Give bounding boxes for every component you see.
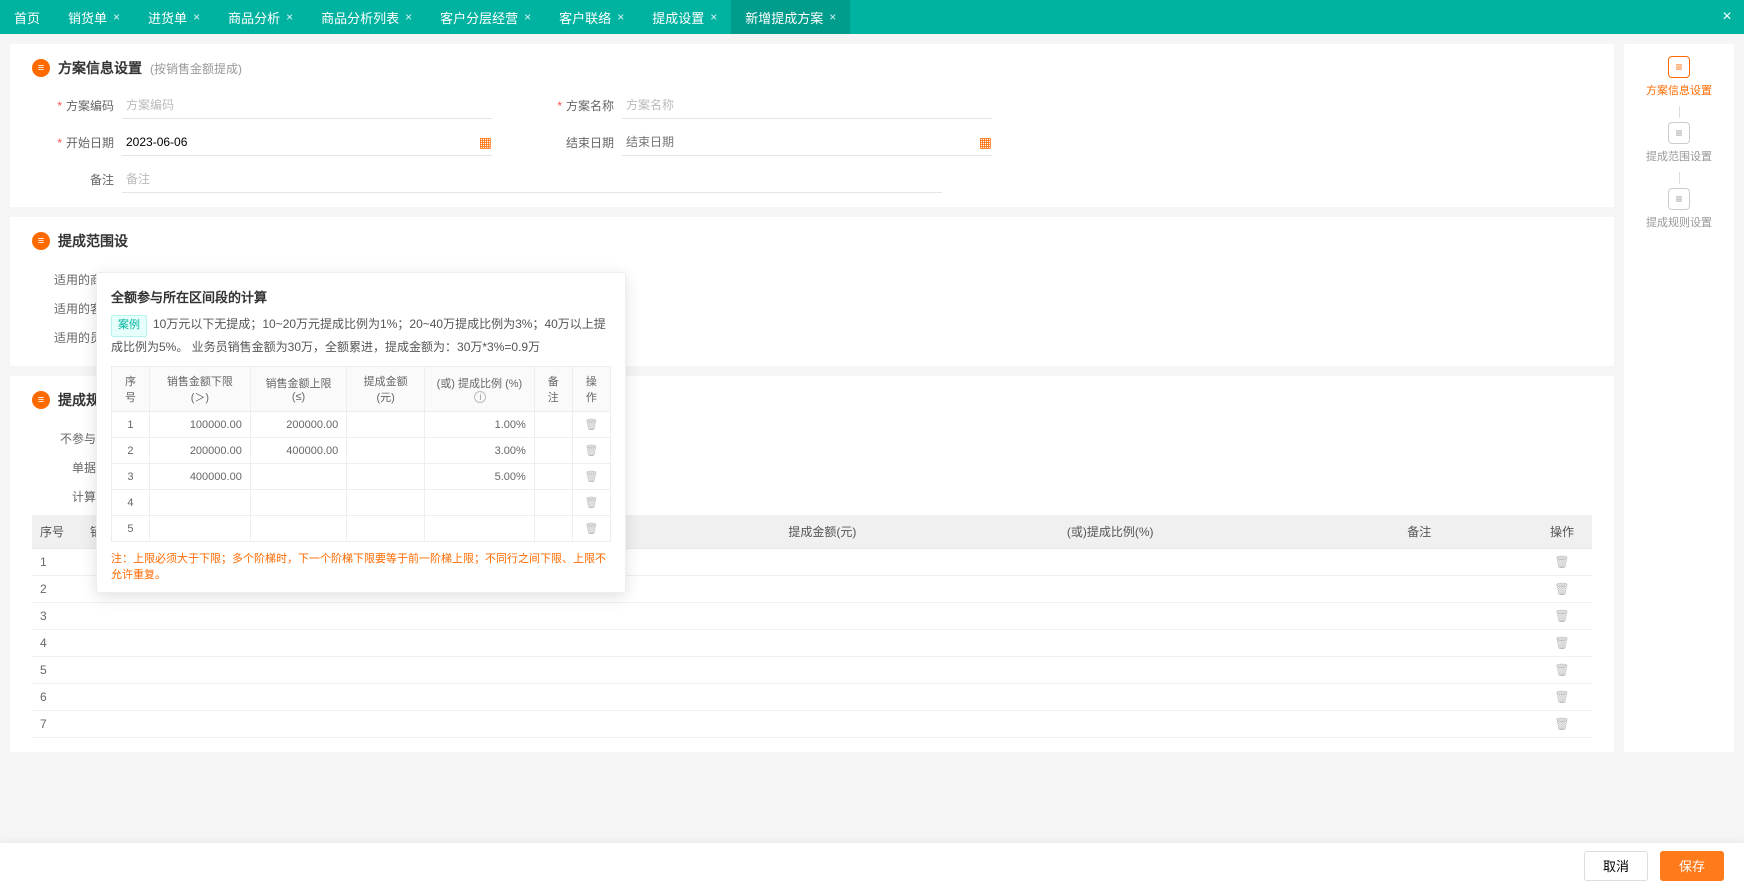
panel-title: 方案信息设置 — [58, 58, 142, 78]
example-row: 4🗑 — [112, 490, 611, 516]
calendar-icon[interactable]: ▦ — [479, 134, 492, 151]
example-table: 序号 销售金额下限 (＞) 销售金额上限 (≤) 提成金额 (元) (或) 提成… — [111, 366, 611, 542]
col-amount: 提成金额(元) — [780, 515, 1059, 549]
anchor-scope[interactable]: 提成范围设置 — [1646, 148, 1712, 164]
tab-客户分层经营[interactable]: 客户分层经营× — [426, 0, 545, 34]
delete-icon[interactable]: 🗑 — [1554, 690, 1569, 704]
close-all-tabs[interactable]: × — [1710, 0, 1744, 34]
col-ratio: (或)提成比例(%) — [1059, 515, 1399, 549]
input-start-date[interactable] — [122, 129, 475, 155]
panel-icon: ≡ — [32, 232, 50, 250]
tab-新增提成方案[interactable]: 新增提成方案× — [731, 0, 850, 34]
anchor-plan-info[interactable]: 方案信息设置 — [1646, 82, 1712, 98]
tab-进货单[interactable]: 进货单× — [134, 0, 214, 34]
anchor-rules[interactable]: 提成规则设置 — [1646, 214, 1712, 230]
tab-close-icon[interactable]: × — [286, 10, 293, 24]
example-row: 3400000.005.00%🗑 — [112, 464, 611, 490]
example-row: 2200000.00400000.003.00%🗑 — [112, 438, 611, 464]
rules-row[interactable]: 5🗑 — [32, 657, 1592, 684]
tab-销货单[interactable]: 销货单× — [54, 0, 134, 34]
tab-close-icon[interactable]: × — [710, 10, 717, 24]
tab-close-icon[interactable]: × — [193, 10, 200, 24]
tab-close-icon[interactable]: × — [524, 10, 531, 24]
delete-icon[interactable]: 🗑 — [584, 497, 598, 509]
delete-icon[interactable]: 🗑 — [1554, 555, 1569, 569]
delete-icon[interactable]: 🗑 — [584, 445, 598, 457]
label-name: 方案名称 — [532, 97, 622, 114]
label-end-date: 结束日期 — [532, 134, 622, 151]
delete-icon[interactable]: 🗑 — [584, 419, 598, 431]
example-badge: 案例 — [111, 315, 147, 337]
label-start-date: 开始日期 — [32, 134, 122, 151]
delete-icon[interactable]: 🗑 — [1554, 609, 1569, 623]
input-code[interactable] — [122, 92, 492, 119]
panel-title: 提成范围设 — [58, 231, 128, 251]
save-button[interactable]: 保存 — [1660, 851, 1724, 881]
tab-close-icon[interactable]: × — [829, 10, 836, 24]
panel-icon: ≡ — [32, 391, 50, 409]
tab-首页[interactable]: 首页 — [0, 0, 54, 34]
label-code: 方案编码 — [32, 97, 122, 114]
anchor-nav: ≡ 方案信息设置 ≡ 提成范围设置 ≡ 提成规则设置 — [1624, 44, 1734, 752]
tab-close-icon[interactable]: × — [405, 10, 412, 24]
tab-bar: 首页销货单×进货单×商品分析×商品分析列表×客户分层经营×客户联络×提成设置×新… — [0, 0, 1744, 34]
rules-row[interactable]: 6🗑 — [32, 684, 1592, 711]
info-icon[interactable]: i — [474, 391, 486, 403]
example-row: 5🗑 — [112, 516, 611, 542]
rules-row[interactable]: 7🗑 — [32, 711, 1592, 738]
col-op: 操作 — [1532, 515, 1592, 549]
delete-icon[interactable]: 🗑 — [1554, 636, 1569, 650]
footer-bar: 取消 保存 — [0, 842, 1744, 888]
calendar-icon[interactable]: ▦ — [979, 134, 992, 151]
delete-icon[interactable]: 🗑 — [1554, 663, 1569, 677]
example-row: 1100000.00200000.001.00%🗑 — [112, 412, 611, 438]
input-name[interactable] — [622, 92, 992, 119]
anchor-icon-2[interactable]: ≡ — [1668, 122, 1690, 144]
label-remark: 备注 — [32, 171, 122, 188]
rules-row[interactable]: 3🗑 — [32, 603, 1592, 630]
example-popover: 全额参与所在区间段的计算 案例10万元以下无提成；10~20万元提成比例为1%；… — [96, 272, 626, 593]
anchor-icon-3[interactable]: ≡ — [1668, 188, 1690, 210]
input-end-date[interactable] — [622, 129, 975, 155]
col-remark: 备注 — [1399, 515, 1532, 549]
popover-title: 全额参与所在区间段的计算 — [111, 287, 611, 306]
tab-客户联络[interactable]: 客户联络× — [545, 0, 638, 34]
col-seq: 序号 — [32, 515, 82, 549]
tab-close-icon[interactable]: × — [617, 10, 624, 24]
tab-商品分析列表[interactable]: 商品分析列表× — [307, 0, 426, 34]
delete-icon[interactable]: 🗑 — [584, 523, 598, 535]
delete-icon[interactable]: 🗑 — [1554, 582, 1569, 596]
delete-icon[interactable]: 🗑 — [584, 471, 598, 483]
panel-plan-info: ≡ 方案信息设置 (按销售金额提成) 方案编码 方案名称 开始日期 ▦ — [10, 44, 1614, 207]
tab-商品分析[interactable]: 商品分析× — [214, 0, 307, 34]
delete-icon[interactable]: 🗑 — [1554, 717, 1569, 731]
popover-note: 注：上限必须大于下限；多个阶梯时，下一个阶梯下限要等于前一阶梯上限；不同行之间下… — [111, 550, 611, 582]
tab-提成设置[interactable]: 提成设置× — [638, 0, 731, 34]
panel-icon: ≡ — [32, 59, 50, 77]
rules-row[interactable]: 4🗑 — [32, 630, 1592, 657]
input-remark[interactable] — [122, 166, 942, 193]
panel-subtitle: (按销售金额提成) — [150, 60, 242, 77]
tab-close-icon[interactable]: × — [113, 10, 120, 24]
anchor-icon-1[interactable]: ≡ — [1668, 56, 1690, 78]
popover-desc: 案例10万元以下无提成；10~20万元提成比例为1%；20~40万提成比例为3%… — [111, 314, 611, 358]
cancel-button[interactable]: 取消 — [1584, 851, 1648, 881]
